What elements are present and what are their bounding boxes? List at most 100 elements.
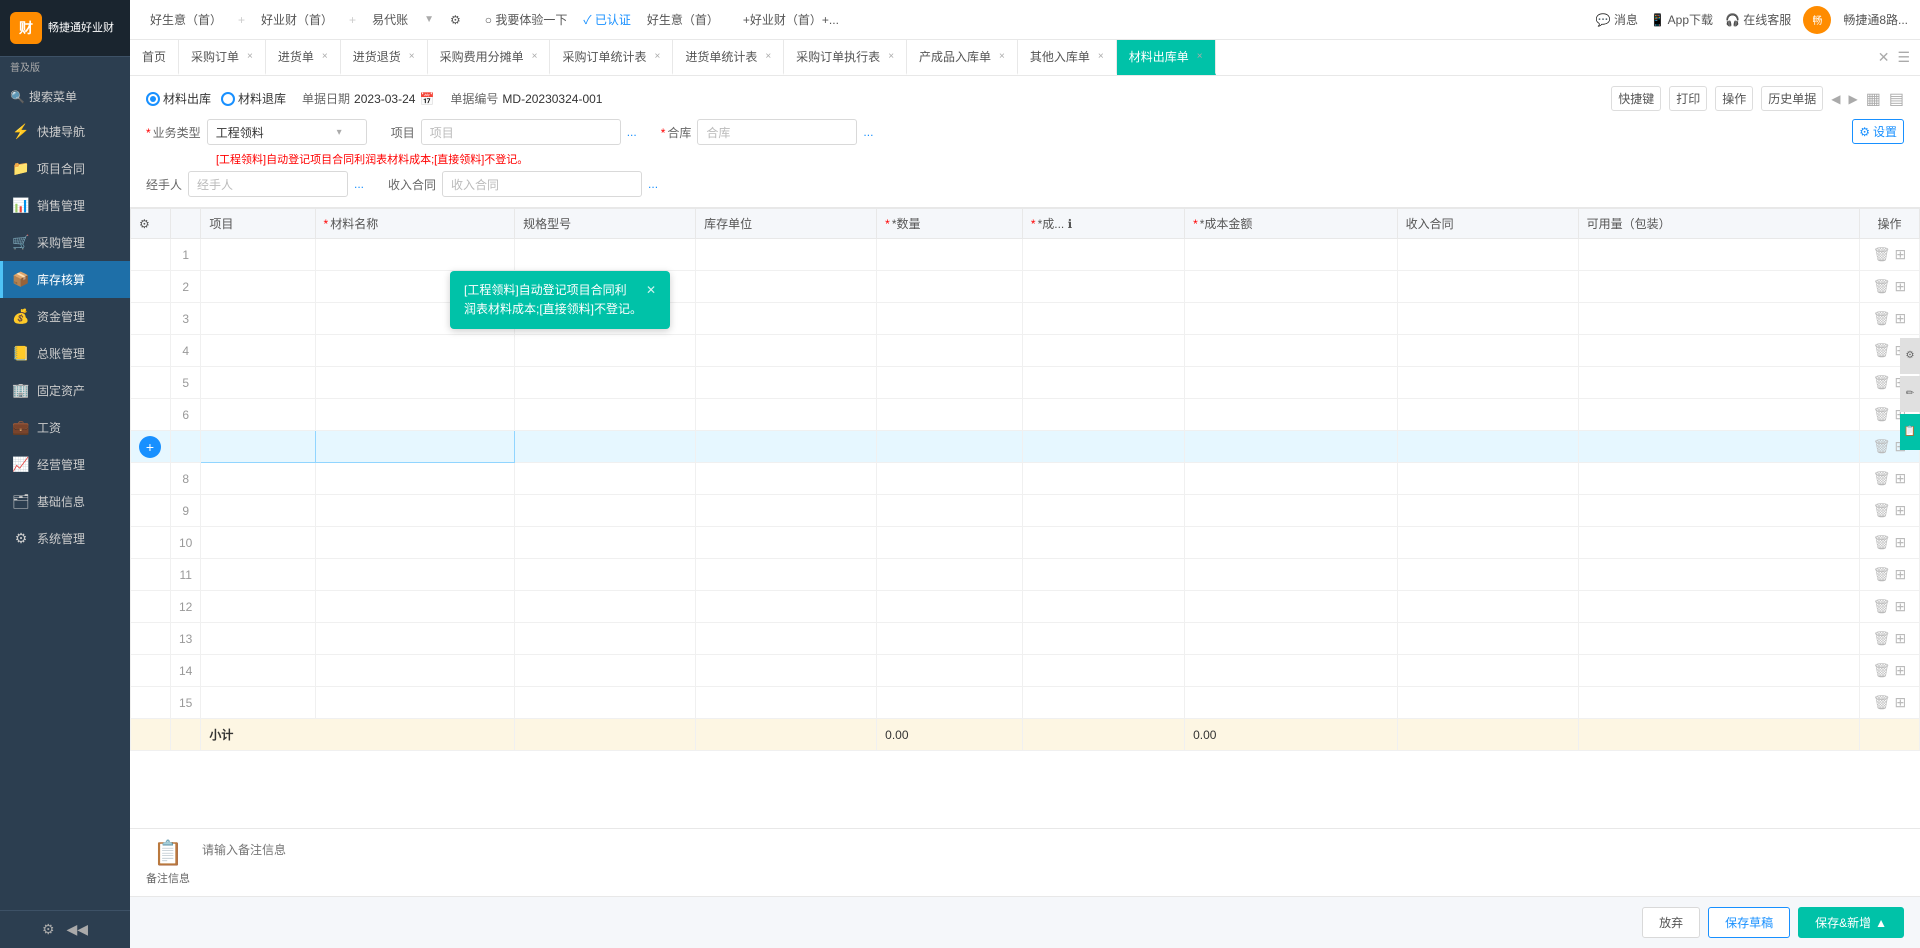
delete-icon-15[interactable]: 🗑 bbox=[1873, 694, 1891, 711]
notes-input[interactable] bbox=[202, 839, 1904, 861]
copy-icon-3[interactable]: ⊞ bbox=[1895, 310, 1907, 327]
sidebar-item-baseinfo[interactable]: 🗂 基础信息 bbox=[0, 483, 130, 520]
sidebar-item-finance[interactable]: 💰 资金管理 bbox=[0, 298, 130, 335]
operation-btn[interactable]: 操作 bbox=[1715, 86, 1753, 111]
tab-close-purchase-expense[interactable]: × bbox=[532, 51, 538, 62]
warehouse-more-link[interactable]: ... bbox=[863, 125, 873, 139]
view-list-icon[interactable]: ▦ bbox=[1866, 89, 1881, 109]
project-input[interactable]: 项目 bbox=[421, 119, 621, 145]
tab-finished-goods[interactable]: 产成品入库单× bbox=[907, 40, 1018, 75]
copy-icon-2[interactable]: ⊞ bbox=[1895, 278, 1907, 295]
business-type-select[interactable]: 工程领料 ▾ bbox=[207, 119, 367, 145]
income-contract-input[interactable]: 收入合同 bbox=[442, 171, 642, 197]
topbar-appdownload[interactable]: 📱 App下载 bbox=[1650, 11, 1713, 28]
topbar-nav-hy2[interactable]: 好生意（首） bbox=[639, 7, 727, 32]
discard-btn[interactable]: 放弃 bbox=[1642, 907, 1700, 938]
user-avatar[interactable]: 畅 bbox=[1803, 6, 1831, 34]
warehouse-input[interactable]: 合库 bbox=[697, 119, 857, 145]
sidebar-item-search[interactable]: 🔍 搜索菜单 bbox=[0, 80, 130, 113]
row-project-1[interactable] bbox=[201, 239, 315, 271]
sidebar-item-assets[interactable]: 🏢 固定资产 bbox=[0, 372, 130, 409]
settings-icon[interactable]: ⚙ bbox=[42, 921, 55, 938]
tab-close-finished-goods[interactable]: × bbox=[999, 51, 1005, 62]
col-settings[interactable]: ⚙ bbox=[131, 209, 171, 239]
radio-material-issue[interactable]: 材料出库 bbox=[146, 90, 211, 107]
tab-purchase-stats[interactable]: 采购订单统计表× bbox=[550, 40, 673, 75]
date-value[interactable]: 2023-03-24 bbox=[354, 92, 415, 106]
copy-icon-11[interactable]: ⊞ bbox=[1895, 566, 1907, 583]
delete-icon-3[interactable]: 🗑 bbox=[1873, 310, 1891, 327]
delete-icon-4[interactable]: 🗑 bbox=[1873, 342, 1891, 359]
sidebar-item-sales[interactable]: 📊 销售管理 bbox=[0, 187, 130, 224]
copy-icon-12[interactable]: ⊞ bbox=[1895, 598, 1907, 615]
copy-icon-10[interactable]: ⊞ bbox=[1895, 534, 1907, 551]
manager-input[interactable]: 经手人 bbox=[188, 171, 348, 197]
sidebar-item-project[interactable]: 📁 项目合同 bbox=[0, 150, 130, 187]
copy-icon-9[interactable]: ⊞ bbox=[1895, 502, 1907, 519]
add-row-btn[interactable]: + bbox=[139, 436, 161, 458]
delete-icon-7[interactable]: 🗑 bbox=[1873, 438, 1891, 455]
delete-icon-2[interactable]: 🗑 bbox=[1873, 278, 1891, 295]
tab-goods-receipt[interactable]: 进货单× bbox=[266, 40, 341, 75]
sidebar-item-payroll[interactable]: 💼 工资 bbox=[0, 409, 130, 446]
tab-close-goods-return[interactable]: × bbox=[409, 51, 415, 62]
tab-close-purchase-exec[interactable]: × bbox=[888, 51, 894, 62]
delete-icon-1[interactable]: 🗑 bbox=[1873, 246, 1891, 263]
income-contract-more-link[interactable]: ... bbox=[648, 177, 658, 191]
tooltip-close-btn[interactable]: ✕ bbox=[646, 281, 656, 300]
delete-icon-10[interactable]: 🗑 bbox=[1873, 534, 1891, 551]
tab-close-purchase-order[interactable]: × bbox=[247, 51, 253, 62]
row-unit-1[interactable] bbox=[696, 239, 877, 271]
calendar-icon[interactable]: 📅 bbox=[419, 92, 434, 106]
collapse-icon[interactable]: ◀◀ bbox=[67, 921, 89, 938]
save-new-dropdown-icon[interactable]: ▲ bbox=[1875, 916, 1887, 930]
project-more-link[interactable]: ... bbox=[627, 125, 637, 139]
print-btn[interactable]: 打印 bbox=[1669, 86, 1707, 111]
view-grid-icon[interactable]: ▤ bbox=[1889, 89, 1904, 109]
sidebar-item-quicknav[interactable]: ⚡ 快捷导航 bbox=[0, 113, 130, 150]
tab-menu[interactable]: ☰ bbox=[1895, 47, 1912, 68]
topbar-trial[interactable]: ○ 我要体验一下 bbox=[477, 7, 576, 32]
topbar-support[interactable]: 🎧 在线客服 bbox=[1725, 11, 1791, 28]
tab-material-issue[interactable]: 材料出库单× bbox=[1117, 40, 1216, 75]
copy-icon-1[interactable]: ⊞ bbox=[1895, 246, 1907, 263]
topbar-nav-dropdown[interactable]: ▼ bbox=[424, 14, 434, 25]
topbar-nav-haoshengyi[interactable]: 好生意（首） bbox=[142, 7, 230, 32]
right-action-2[interactable]: ✏ bbox=[1900, 376, 1920, 412]
tab-purchase-exec[interactable]: 采购订单执行表× bbox=[784, 40, 907, 75]
row-cost-1[interactable] bbox=[1022, 239, 1184, 271]
save-new-btn[interactable]: 保存&新增 ▲ bbox=[1798, 907, 1904, 938]
copy-icon-8[interactable]: ⊞ bbox=[1895, 470, 1907, 487]
tab-home[interactable]: 首页 bbox=[130, 40, 179, 75]
sidebar-item-operations[interactable]: 📈 经营管理 bbox=[0, 446, 130, 483]
topbar-nav-haoyecai[interactable]: 好业财（首） bbox=[253, 7, 341, 32]
tab-close-purchase-stats[interactable]: × bbox=[654, 51, 660, 62]
right-action-1[interactable]: ⚙ bbox=[1900, 338, 1920, 374]
delete-icon-13[interactable]: 🗑 bbox=[1873, 630, 1891, 647]
manager-more-link[interactable]: ... bbox=[354, 177, 364, 191]
delete-icon-11[interactable]: 🗑 bbox=[1873, 566, 1891, 583]
tab-purchase-order[interactable]: 采购订单× bbox=[179, 40, 266, 75]
tab-close-goods-stats[interactable]: × bbox=[765, 51, 771, 62]
row-material-1[interactable] bbox=[315, 239, 515, 271]
row-spec-1[interactable] bbox=[515, 239, 696, 271]
save-draft-btn[interactable]: 保存草稿 bbox=[1708, 907, 1790, 938]
nav-next[interactable]: ▶ bbox=[1849, 92, 1858, 106]
tab-close-all[interactable]: ✕ bbox=[1876, 47, 1892, 68]
shortcut-btn[interactable]: 快捷键 bbox=[1611, 86, 1661, 111]
row-qty-1[interactable] bbox=[877, 239, 1023, 271]
topbar-message[interactable]: 💬 消息 bbox=[1596, 11, 1638, 28]
radio-material-return[interactable]: 材料退库 bbox=[221, 90, 286, 107]
delete-icon-5[interactable]: 🗑 bbox=[1873, 374, 1891, 391]
tab-purchase-expense[interactable]: 采购费用分摊单× bbox=[428, 40, 551, 75]
history-btn[interactable]: 历史单据 bbox=[1761, 86, 1823, 111]
sidebar-item-inventory[interactable]: 📦 库存核算 bbox=[0, 261, 130, 298]
delete-icon-14[interactable]: 🗑 bbox=[1873, 662, 1891, 679]
copy-icon-14[interactable]: ⊞ bbox=[1895, 662, 1907, 679]
topbar-nav-yidaizhang[interactable]: 易代账 bbox=[364, 7, 416, 32]
settings-btn[interactable]: ⚙ 设置 bbox=[1852, 119, 1904, 144]
sidebar-item-ledger[interactable]: 📒 总账管理 bbox=[0, 335, 130, 372]
tab-close-goods-receipt[interactable]: × bbox=[322, 51, 328, 62]
row-income-1[interactable] bbox=[1397, 239, 1578, 271]
topbar-nav-hy3[interactable]: +好业财（首）+... bbox=[735, 7, 847, 32]
